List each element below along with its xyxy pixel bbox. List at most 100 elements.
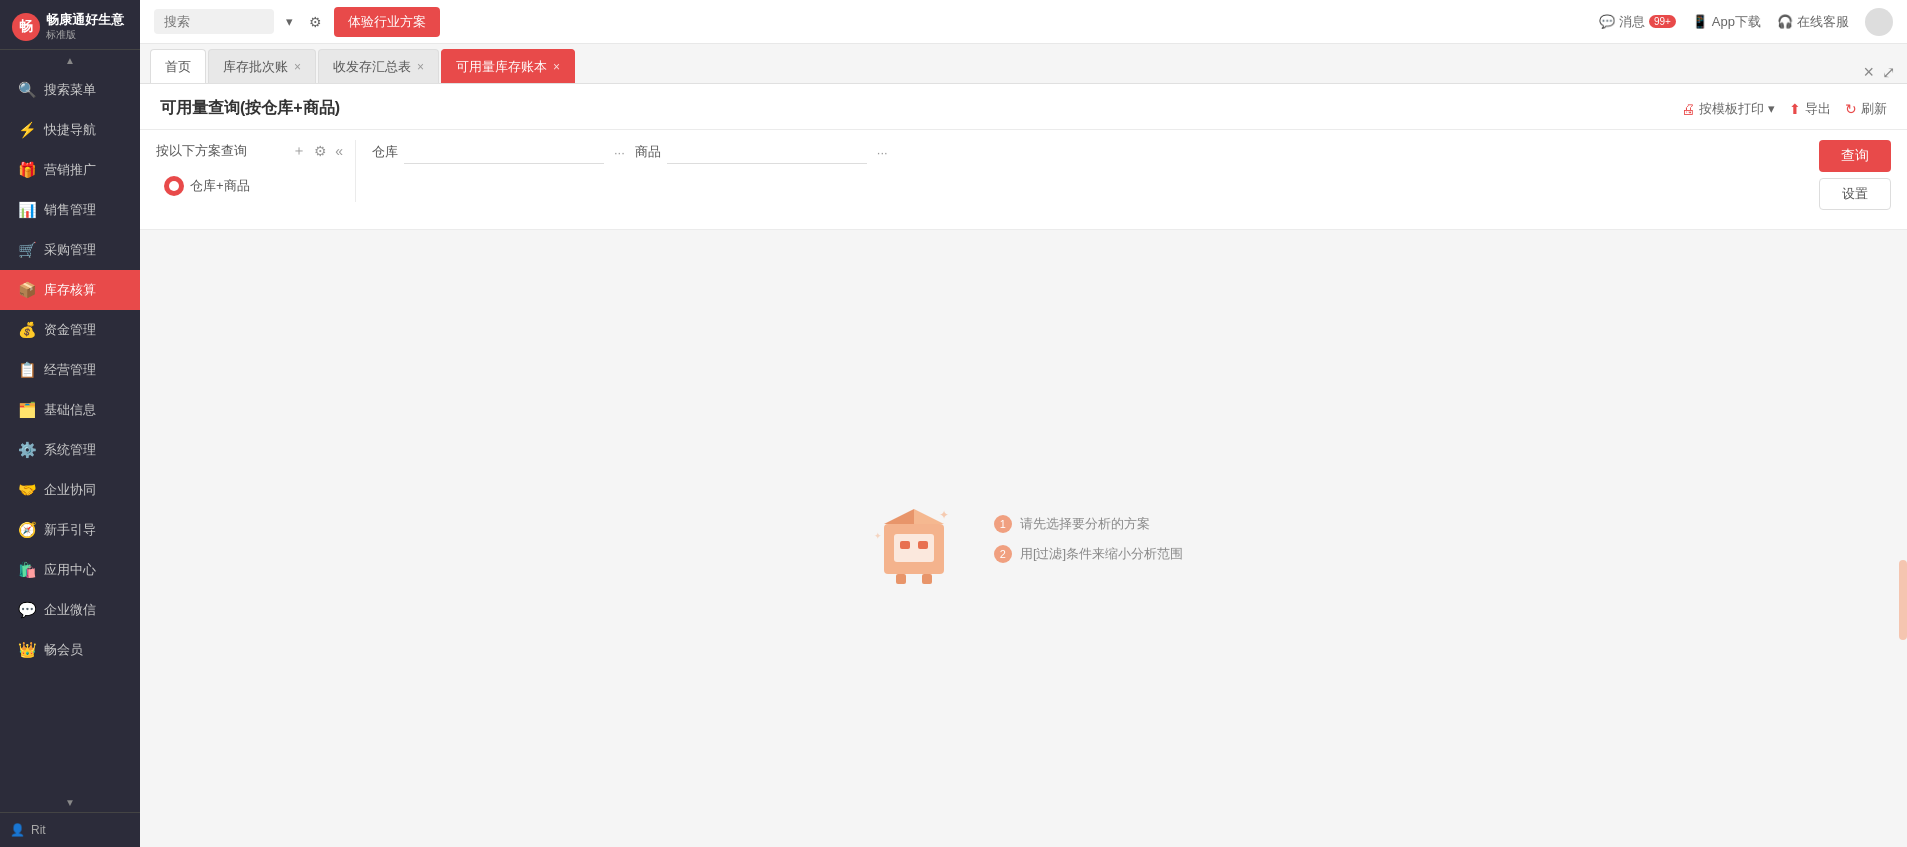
search-input[interactable]	[154, 9, 274, 34]
tabs-close-all-btn[interactable]: ×	[1863, 62, 1874, 83]
settings-btn[interactable]: 设置	[1819, 178, 1891, 210]
product-label: 商品	[635, 143, 661, 161]
tabs-expand-btn[interactable]: ⤢	[1882, 63, 1895, 82]
filter-area: 按以下方案查询 ＋ ⚙ « 仓库+商品 仓库	[140, 130, 1907, 230]
refresh-btn[interactable]: ↻ 刷新	[1845, 100, 1887, 118]
sidebar-scroll-up[interactable]: ▲	[0, 50, 140, 70]
sidebar-item-label-system: 系统管理	[44, 441, 96, 459]
app-download-btn[interactable]: 📱 App下载	[1692, 13, 1761, 31]
appstore-icon: 🛍️	[18, 561, 36, 579]
refresh-icon: ↻	[1845, 101, 1857, 117]
messages-badge: 99+	[1649, 15, 1676, 28]
sidebar-item-label-member: 畅会员	[44, 641, 83, 659]
empty-tips: 1 请先选择要分析的方案 2 用[过滤]条件来缩小分析范围	[994, 515, 1183, 563]
tab-summary-close[interactable]: ×	[417, 60, 424, 74]
print-label: 按模板打印	[1699, 100, 1764, 118]
tab-available-label: 可用量库存账本	[456, 58, 547, 76]
collapse-scheme-btn[interactable]: «	[333, 140, 345, 162]
sidebar-item-label-inventory: 库存核算	[44, 281, 96, 299]
svg-marker-2	[884, 509, 914, 524]
filter-scheme-label: 按以下方案查询	[156, 142, 247, 160]
messages-label: 消息	[1619, 13, 1645, 31]
product-more-btn[interactable]: ···	[877, 145, 888, 160]
topbar-right: 💬 消息 99+ 📱 App下载 🎧 在线客服	[1599, 8, 1893, 36]
wechat-icon: 💬	[18, 601, 36, 619]
filter-scheme-panel: 按以下方案查询 ＋ ⚙ « 仓库+商品	[156, 140, 356, 202]
tip-num-1: 1	[994, 515, 1012, 533]
sidebar-item-appstore[interactable]: 🛍️应用中心	[0, 550, 140, 590]
query-btn[interactable]: 查询	[1819, 140, 1891, 172]
sidebar-item-finance[interactable]: 💰资金管理	[0, 310, 140, 350]
message-icon: 💬	[1599, 14, 1615, 29]
page-header: 可用量查询(按仓库+商品) 🖨 按模板打印 ▾ ⬆ 导出 ↻ 刷新	[140, 84, 1907, 130]
sidebar-item-purchase[interactable]: 🛒采购管理	[0, 230, 140, 270]
sidebar-item-label-enterprise: 企业协同	[44, 481, 96, 499]
sidebar-item-system[interactable]: ⚙️系统管理	[0, 430, 140, 470]
search-dropdown-btn[interactable]: ▾	[282, 10, 297, 33]
sidebar-item-basic[interactable]: 🗂️基础信息	[0, 390, 140, 430]
sidebar-nav: 🔍搜索菜单⚡快捷导航🎁营销推广 📊 销售管理 🛒采购管理📦库存核算💰资金管理📋经营管理…	[0, 70, 140, 792]
add-scheme-btn[interactable]: ＋	[290, 140, 308, 162]
svg-rect-5	[900, 541, 910, 549]
industry-btn[interactable]: 体验行业方案	[334, 7, 440, 37]
sidebar-username: Rit	[31, 823, 46, 837]
right-scrollbar[interactable]	[1899, 560, 1907, 640]
user-avatar-icon: 👤	[10, 823, 25, 837]
tab-available-close[interactable]: ×	[553, 60, 560, 74]
tab-available[interactable]: 可用量库存账本 ×	[441, 49, 575, 83]
filter-actions: 查询 设置	[1809, 140, 1891, 210]
sidebar-bottom-user[interactable]: 👤 Rit	[0, 812, 140, 847]
sales-icon: 📊	[18, 201, 36, 219]
tab-home[interactable]: 首页	[150, 49, 206, 83]
sidebar-item-search[interactable]: 🔍搜索菜单	[0, 70, 140, 110]
export-btn[interactable]: ⬆ 导出	[1789, 100, 1831, 118]
tab-batch-close[interactable]: ×	[294, 60, 301, 74]
sidebar-item-label-search: 搜索菜单	[44, 81, 96, 99]
print-dropdown-icon: ▾	[1768, 101, 1775, 116]
sidebar-item-inventory[interactable]: 📦库存核算	[0, 270, 140, 310]
sidebar-item-label-finance: 资金管理	[44, 321, 96, 339]
tab-summary[interactable]: 收发存汇总表 ×	[318, 49, 439, 83]
user-avatar[interactable]	[1865, 8, 1893, 36]
warehouse-label: 仓库	[372, 143, 398, 161]
product-input[interactable]	[667, 140, 867, 164]
svg-text:✦: ✦	[939, 508, 949, 522]
main-area: ▾ ⚙ 体验行业方案 💬 消息 99+ 📱 App下载 🎧 在线客服 首页	[140, 0, 1907, 847]
filter-fields: 仓库 ··· 商品 ···	[356, 140, 1809, 164]
sidebar-item-operation[interactable]: 📋经营管理	[0, 350, 140, 390]
export-label: 导出	[1805, 100, 1831, 118]
customer-service-btn[interactable]: 🎧 在线客服	[1777, 13, 1849, 31]
sidebar-item-marketing[interactable]: 🎁营销推广	[0, 150, 140, 190]
logo-sub: 标准版	[46, 28, 124, 41]
sidebar-item-label-sales: 销售管理	[44, 201, 96, 219]
warehouse-more-btn[interactable]: ···	[614, 145, 625, 160]
sidebar-item-label-shortcut: 快捷导航	[44, 121, 96, 139]
sidebar-scroll-down[interactable]: ▼	[0, 792, 140, 812]
sidebar-item-sales[interactable]: 📊 销售管理	[0, 190, 140, 230]
sidebar-item-shortcut[interactable]: ⚡快捷导航	[0, 110, 140, 150]
warehouse-input[interactable]	[404, 140, 604, 164]
settings-gear-btn[interactable]: ⚙	[305, 10, 326, 34]
purchase-icon: 🛒	[18, 241, 36, 259]
svg-point-0	[169, 181, 179, 191]
svg-rect-8	[922, 574, 932, 584]
sidebar-item-enterprise[interactable]: 🤝企业协同	[0, 470, 140, 510]
sidebar: 畅 畅康通好生意 标准版 ▲ 🔍搜索菜单⚡快捷导航🎁营销推广📊销售管理🛒采购管理…	[0, 0, 140, 847]
messages-btn[interactable]: 💬 消息 99+	[1599, 13, 1676, 31]
scheme-warehouse-product[interactable]: 仓库+商品	[156, 170, 345, 202]
print-btn[interactable]: 🖨 按模板打印 ▾	[1681, 100, 1775, 118]
sidebar-item-guide[interactable]: 🧭新手引导	[0, 510, 140, 550]
member-icon: 👑	[18, 641, 36, 659]
svg-rect-4	[894, 534, 934, 562]
filter-product-field: 商品 ···	[635, 140, 888, 164]
marketing-icon: 🎁	[18, 161, 36, 179]
scheme-icon	[164, 176, 184, 196]
sidebar-item-label-wechat: 企业微信	[44, 601, 96, 619]
tip-text-2: 用[过滤]条件来缩小分析范围	[1020, 545, 1183, 563]
tab-batch[interactable]: 库存批次账 ×	[208, 49, 316, 83]
tab-summary-label: 收发存汇总表	[333, 58, 411, 76]
manage-scheme-btn[interactable]: ⚙	[312, 140, 329, 162]
page-content: 可用量查询(按仓库+商品) 🖨 按模板打印 ▾ ⬆ 导出 ↻ 刷新	[140, 84, 1907, 847]
sidebar-item-wechat[interactable]: 💬 企业微信	[0, 590, 140, 630]
sidebar-item-member[interactable]: 👑 畅会员	[0, 630, 140, 670]
